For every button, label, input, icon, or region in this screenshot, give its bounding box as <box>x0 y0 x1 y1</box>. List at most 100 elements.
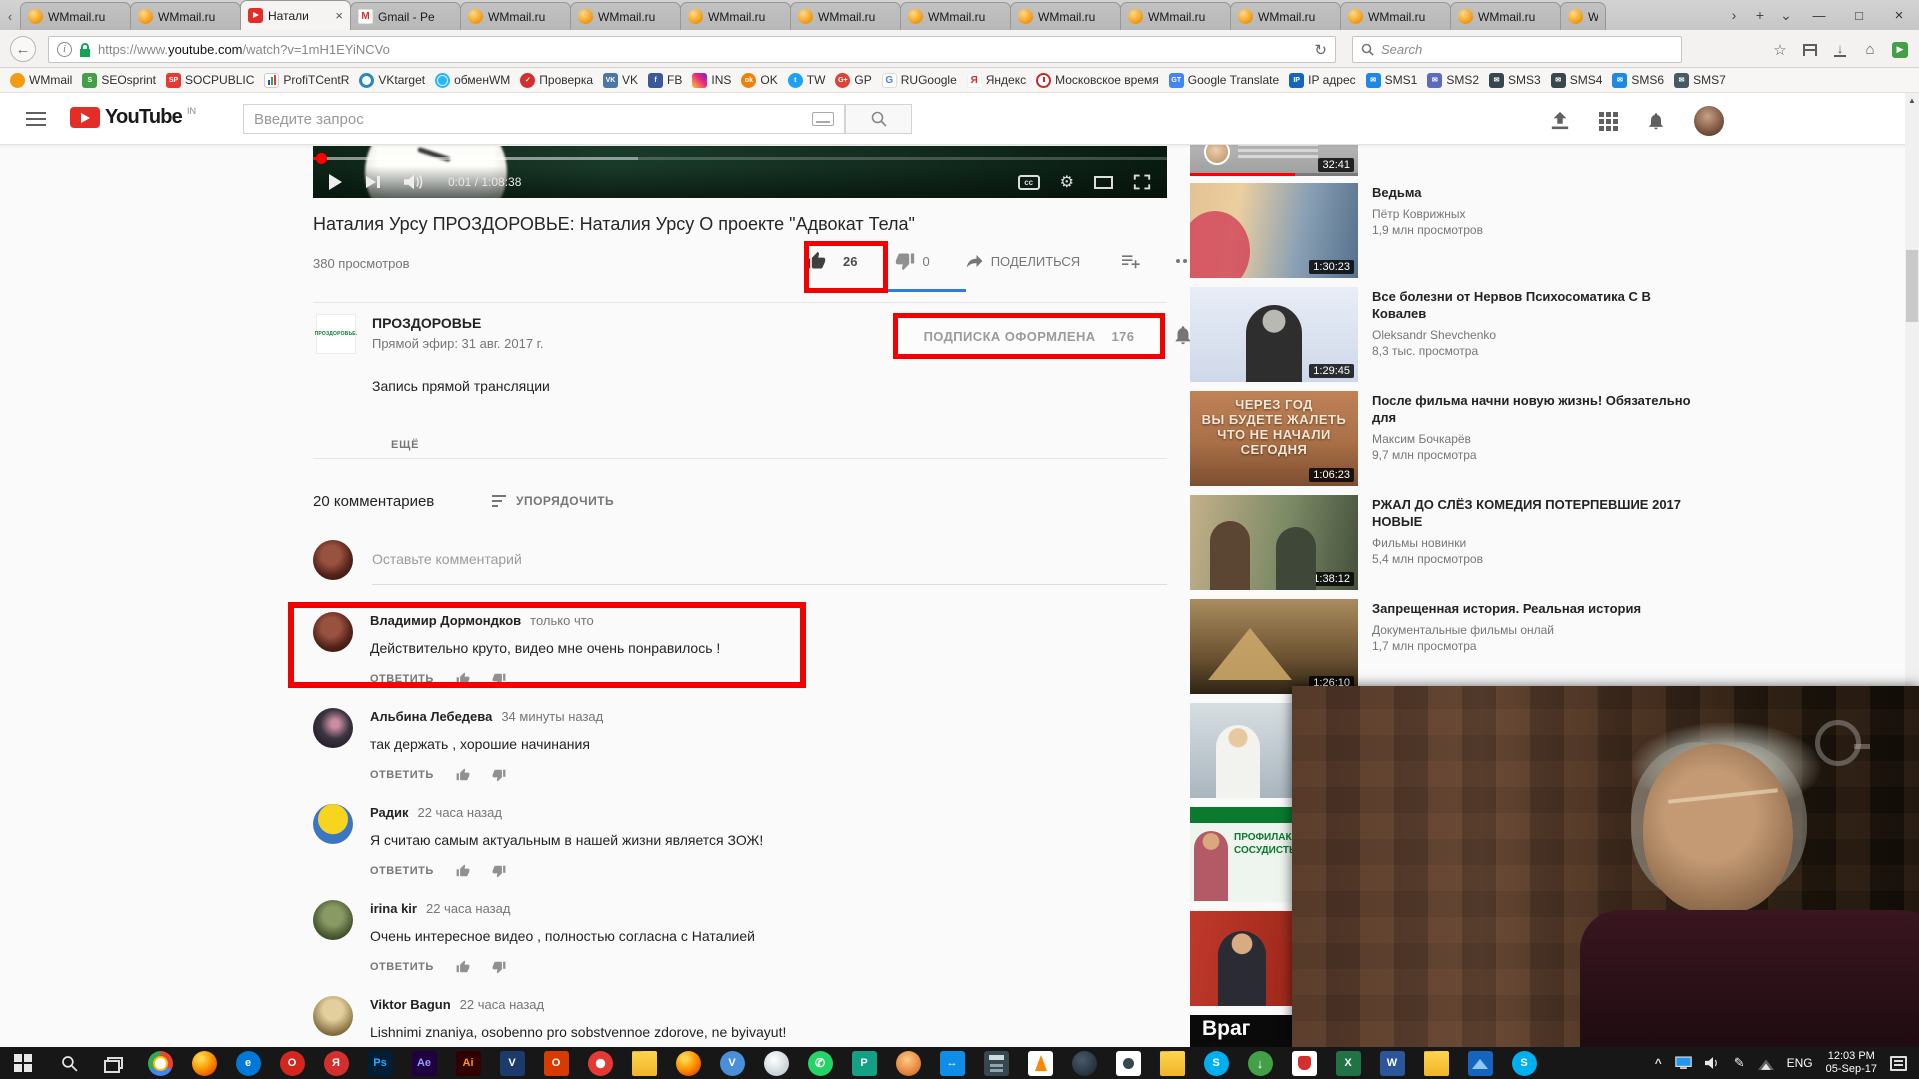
taskbar-app[interactable]: ↓ <box>1238 1047 1282 1079</box>
taskbar-app[interactable]: O <box>534 1047 578 1079</box>
tray-display-icon[interactable] <box>1674 1056 1692 1070</box>
subtitles-icon[interactable]: cc <box>1017 174 1040 190</box>
bookmark-item[interactable]: S SEOsprint <box>78 71 160 90</box>
related-video-item[interactable]: 1:38:12 РЖАЛ ДО СЛЁЗ КОМЕДИЯ ПОТЕРПЕВШИЕ… <box>1190 495 1710 590</box>
bookmark-item[interactable]: обменWM <box>431 71 514 90</box>
keyboard-icon[interactable] <box>812 112 834 126</box>
share-button[interactable]: ПОДЕЛИТЬСЯ <box>966 253 1080 269</box>
reply-button[interactable]: ОТВЕТИТЬ <box>370 865 434 877</box>
video-thumbnail[interactable]: 1:26:10 <box>1190 599 1358 694</box>
video-thumbnail[interactable]: 1:38:12 <box>1190 495 1358 590</box>
bookmark-item[interactable]: ✉ SMS6 <box>1608 71 1668 90</box>
bookmark-item[interactable]: VKtarget <box>355 71 429 90</box>
upload-icon[interactable] <box>1549 111 1571 131</box>
bookmark-item[interactable]: G+ GP <box>831 71 875 90</box>
comment-avatar[interactable] <box>313 708 353 748</box>
bookmark-item[interactable]: ProfiTCentR <box>260 71 353 90</box>
notifications-bell-icon[interactable] <box>1646 110 1666 132</box>
reply-button[interactable]: ОТВЕТИТЬ <box>370 961 434 973</box>
volume-icon[interactable] <box>404 174 424 190</box>
taskbar-app[interactable] <box>1414 1047 1458 1079</box>
browser-tab[interactable]: WMmail.ru <box>1230 2 1341 30</box>
browser-tab[interactable]: WMmail.ru <box>1450 2 1561 30</box>
browser-tab[interactable]: WMmail.ru <box>20 2 131 30</box>
tab-scroll-left-icon[interactable]: ‹ <box>0 2 20 30</box>
menu-hamburger-icon[interactable] <box>26 112 46 126</box>
add-to-playlist-icon[interactable] <box>1120 253 1140 269</box>
taskbar-app[interactable]: O <box>270 1047 314 1079</box>
bookmark-item[interactable]: GT Google Translate <box>1165 71 1283 90</box>
comment-like-icon[interactable] <box>456 960 470 974</box>
bookmark-item[interactable]: ok OK <box>737 71 781 90</box>
network-icon[interactable] <box>1757 1057 1774 1070</box>
related-video-item[interactable]: ЧЕРЕЗ ГОД ВЫ БУДЕТЕ ЖАЛЕТЬ ЧТО НЕ НАЧАЛИ… <box>1190 391 1710 486</box>
video-title[interactable]: Запрещенная история. Реальная история <box>1372 600 1692 617</box>
taskbar-app[interactable] <box>886 1047 930 1079</box>
taskbar-app[interactable] <box>622 1047 666 1079</box>
comment-author[interactable]: Радик <box>370 805 408 820</box>
play-button[interactable] <box>329 174 342 190</box>
comment-like-icon[interactable] <box>456 864 470 878</box>
volume-icon[interactable] <box>1704 1056 1721 1070</box>
start-button[interactable] <box>0 1047 46 1079</box>
browser-tab[interactable]: WMmail.ru <box>570 2 681 30</box>
browser-tab[interactable]: WMmail.ru <box>130 2 241 30</box>
comment-like-icon[interactable] <box>456 768 470 782</box>
taskbar-app[interactable]: X <box>1326 1047 1370 1079</box>
comment-avatar[interactable] <box>313 804 353 844</box>
extension-icon[interactable]: ▶ <box>1885 37 1915 63</box>
bookmark-item[interactable]: ✓ Проверка <box>516 71 597 90</box>
video-title[interactable]: После фильма начни новую жизнь! Обязател… <box>1372 392 1692 426</box>
comment-author[interactable]: Альбина Лебедева <box>370 709 492 724</box>
home-icon[interactable]: ⌂ <box>1855 37 1885 63</box>
bookmark-item[interactable]: ✉ SMS2 <box>1423 71 1483 90</box>
taskbar-app[interactable] <box>1458 1047 1502 1079</box>
hidden-icons-caret[interactable]: ^ <box>1655 1056 1662 1070</box>
channel-name[interactable]: ПРОЗДОРОВЬЕ <box>372 315 481 331</box>
comment-avatar[interactable] <box>313 900 353 940</box>
reload-icon[interactable]: ↻ <box>1314 41 1327 59</box>
bookmark-item[interactable]: SP SOCPUBLIC <box>162 71 258 90</box>
related-video-item[interactable]: 1:30:23 Ведьма Пётр Коврижных 1,9 млн пр… <box>1190 183 1710 278</box>
bookmark-item[interactable]: IP IP адрес <box>1285 71 1359 90</box>
scrollbar-thumb[interactable] <box>1906 250 1918 322</box>
browser-tab[interactable]: WMmail.ru <box>680 2 791 30</box>
taskbar-app[interactable]: S <box>1502 1047 1546 1079</box>
taskbar-app[interactable] <box>666 1047 710 1079</box>
browser-tab[interactable]: WMmail.ru <box>460 2 571 30</box>
comments-sort-button[interactable]: УПОРЯДОЧИТЬ <box>492 494 614 508</box>
user-avatar[interactable] <box>1694 106 1724 136</box>
page-info-icon[interactable]: i <box>57 42 72 57</box>
taskbar-app[interactable] <box>754 1047 798 1079</box>
browser-tab[interactable]: WMmail.ru <box>900 2 1011 30</box>
video-channel[interactable]: Максим Бочкарёв <box>1372 432 1692 446</box>
bookmark-item[interactable]: ✉ SMS7 <box>1670 71 1730 90</box>
apps-grid-icon[interactable] <box>1599 111 1618 131</box>
dislike-button[interactable]: 0 <box>895 251 930 271</box>
browser-tab[interactable]: M Gmail - Pe <box>350 2 461 30</box>
youtube-logo[interactable]: YouTube IN <box>70 106 196 129</box>
back-button[interactable]: ← <box>10 36 36 62</box>
action-center-icon[interactable] <box>1890 1055 1907 1071</box>
taskbar-app[interactable] <box>182 1047 226 1079</box>
bookmark-item[interactable]: ✉ SMS4 <box>1547 71 1607 90</box>
taskbar-app[interactable]: ✆ <box>798 1047 842 1079</box>
library-icon[interactable] <box>1795 37 1825 63</box>
tab-scroll-right-icon[interactable]: › <box>1721 1 1747 29</box>
comment-dislike-icon[interactable] <box>492 960 506 974</box>
channel-avatar[interactable]: ПРОЗДОРОВЬЕ. <box>315 314 357 354</box>
bookmark-item[interactable]: INS <box>688 71 735 90</box>
video-overlay-pip[interactable] <box>1292 686 1919 1047</box>
bookmark-item[interactable]: WMmail <box>6 71 76 90</box>
taskbar-app[interactable] <box>578 1047 622 1079</box>
browser-tab[interactable]: WMmail.ru <box>1120 2 1231 30</box>
browser-search-field[interactable]: Search <box>1352 36 1682 63</box>
taskbar-search-icon[interactable] <box>46 1047 92 1079</box>
taskbar-app[interactable] <box>138 1047 182 1079</box>
taskbar-app[interactable] <box>1018 1047 1062 1079</box>
taskbar-app[interactable] <box>1150 1047 1194 1079</box>
taskbar-app[interactable]: P <box>842 1047 886 1079</box>
taskbar-app[interactable]: V <box>490 1047 534 1079</box>
browser-tab[interactable]: WMmail.ru <box>790 2 901 30</box>
new-tab-button[interactable]: + <box>1747 1 1773 29</box>
